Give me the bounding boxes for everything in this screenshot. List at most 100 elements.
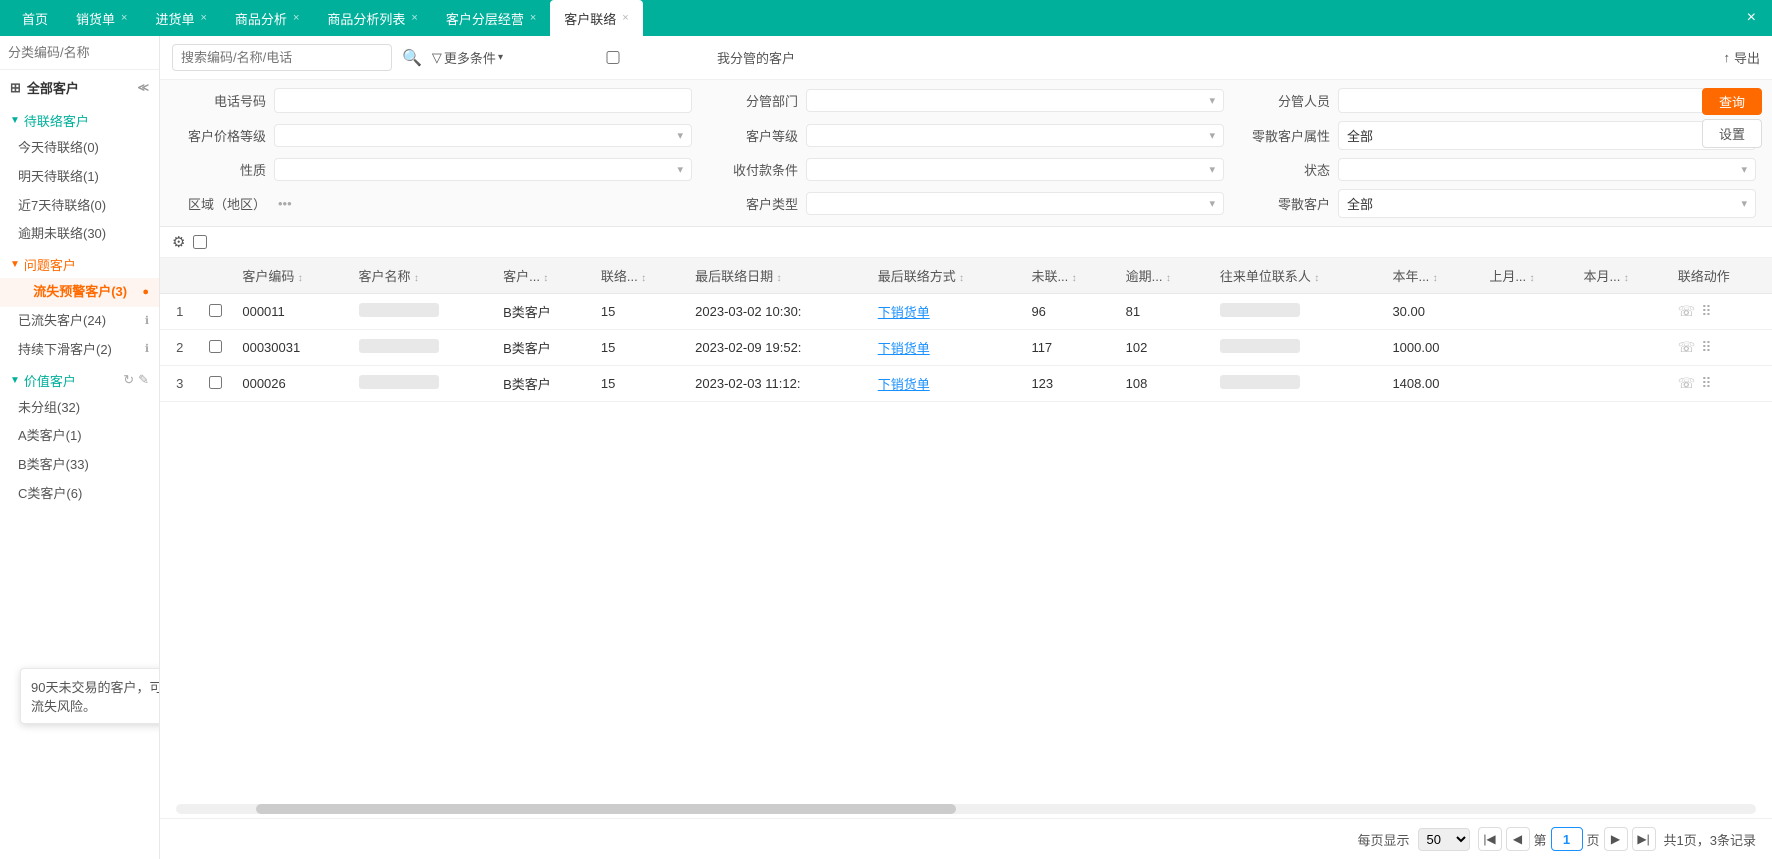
last-page-button[interactable]: ▶| [1632,827,1656,851]
payment-select[interactable]: ▾ [806,158,1224,181]
tab-purchase[interactable]: 进货单 × [141,0,220,36]
close-product-list-icon[interactable]: × [411,12,417,24]
close-customer-contact-icon[interactable]: × [622,12,628,24]
all-customers-header[interactable]: ⊞ 全部客户 ≪ [0,70,159,105]
my-customers-checkbox[interactable]: 我分管的客户 [513,48,795,67]
nature-select[interactable]: ▾ [274,158,692,181]
row2-more-icon[interactable]: ⠿ [1701,339,1711,356]
sidebar-item-declining[interactable]: 持续下滑客户(2) ℹ [0,336,159,365]
sidebar-item-today[interactable]: 今天待联络(0) [0,134,159,163]
problem-customers-group[interactable]: ▼ 问题客户 [0,249,159,278]
horizontal-scrollbar[interactable] [176,804,1756,814]
close-purchase-icon[interactable]: × [200,12,206,24]
row1-more-icon[interactable]: ⠿ [1701,303,1711,320]
col-code[interactable]: 客户编码 ↕ [232,258,348,294]
tab-home[interactable]: 首页 [8,0,62,36]
scrollbar-thumb[interactable] [256,804,956,814]
dept-select[interactable]: ▾ [806,89,1224,112]
sidebar-item-churn-warning[interactable]: 流失预警客户(3) ● [0,278,159,307]
row1-this-month [1574,294,1668,330]
refresh-icon[interactable]: ↻ [123,372,134,388]
more-conditions-button[interactable]: ▽ 更多条件 ▾ [432,48,503,67]
row2-last-method[interactable]: 下销货单 [868,330,1022,366]
row1-unit-blurred [1220,303,1300,317]
col-action-label: 联络动作 [1678,269,1730,284]
sidebar-item-unclassified[interactable]: 未分组(32) [0,394,159,423]
row2-checkbox[interactable] [199,330,232,366]
row2-index: 2 [160,330,199,366]
phone-input[interactable] [274,88,692,113]
table-settings-icon[interactable]: ⚙ [172,233,185,251]
tab-customer-contact[interactable]: 客户联络 × [550,0,642,36]
value-customers-group[interactable]: ▼ 价值客户 ↻ ✎ [0,365,159,394]
row2-method-link[interactable]: 下销货单 [878,341,930,356]
sidebar-item-tomorrow[interactable]: 明天待联络(1) [0,163,159,192]
page-number-input[interactable] [1551,827,1583,851]
prev-page-button[interactable]: ◀ [1506,827,1530,851]
row1-checkbox[interactable] [199,294,232,330]
col-name-label: 客户名称 [359,269,411,284]
sidebar-search-input[interactable] [8,45,160,60]
retail-attr-select[interactable]: 全部▾ [1338,121,1756,150]
row2-contact-icon[interactable]: ☏ [1678,339,1696,356]
cust-level-select[interactable]: ▾ [806,124,1224,147]
person-input[interactable] [1338,88,1734,113]
retail-cust-select[interactable]: 全部▾ [1338,189,1756,218]
churn-warning-label: 流失预警客户(3) [33,282,127,303]
tab-product-list[interactable]: 商品分析列表 × [313,0,431,36]
first-page-button[interactable]: |◀ [1478,827,1502,851]
col-this-year: 本年... ↕ [1382,258,1479,294]
row3-method-link[interactable]: 下销货单 [878,377,930,392]
select-all-checkbox[interactable] [193,235,207,249]
tab-sales[interactable]: 销货单 × [62,0,141,36]
tomorrow-label: 明天待联络(1) [18,169,99,184]
query-button[interactable]: 查询 [1702,88,1762,115]
cust-type-select[interactable]: ▾ [806,192,1224,215]
edit-icon[interactable]: ✎ [138,372,149,388]
search-input[interactable] [172,44,392,71]
region-dots-icon[interactable]: ••• [278,196,292,211]
col-last-month-label: 上月... [1489,269,1526,284]
row1-name [349,294,494,330]
col-name[interactable]: 客户名称 ↕ [349,258,494,294]
row1-contact-icon[interactable]: ☏ [1678,303,1696,320]
sidebar-item-7days[interactable]: 近7天待联络(0) [0,192,159,221]
tab-customer-tier[interactable]: 客户分层经营 × [432,0,550,36]
row1-this-year: 30.00 [1382,294,1479,330]
status-select[interactable]: ▾ [1338,158,1756,181]
per-page-select[interactable]: 50 100 200 [1418,828,1470,851]
filter-icon: ▽ [432,50,442,66]
tab-product-analysis[interactable]: 商品分析 × [221,0,313,36]
cust-level-label: 客户等级 [708,126,798,145]
close-customer-tier-icon[interactable]: × [530,12,536,24]
window-close-button[interactable]: × [1739,9,1764,27]
sidebar-item-class-c[interactable]: C类客户(6) [0,480,159,509]
close-product-analysis-icon[interactable]: × [293,12,299,24]
filter-search-icon[interactable]: 🔍 [402,48,422,68]
price-level-select[interactable]: ▾ [274,124,692,147]
row3-last-method[interactable]: 下销货单 [868,366,1022,402]
row1-index: 1 [160,294,199,330]
row3-action: ☏ ⠿ [1668,366,1772,402]
info-icon1: ℹ [145,313,149,331]
my-customers-check[interactable] [513,51,713,64]
sidebar-item-overdue[interactable]: 逾期未联络(30) [0,220,159,249]
row2-name [349,330,494,366]
close-sales-icon[interactable]: × [121,12,127,24]
row3-more-icon[interactable]: ⠿ [1701,375,1711,392]
tab-sales-label: 销货单 [76,9,115,28]
top-navigation: 首页 销货单 × 进货单 × 商品分析 × 商品分析列表 × 客户分层经营 × … [0,0,1772,36]
row3-contact-icon[interactable]: ☏ [1678,375,1696,392]
settings-button[interactable]: 设置 [1702,119,1762,148]
export-button[interactable]: ↑ 导出 [1723,48,1760,67]
sidebar-item-class-a[interactable]: A类客户(1) [0,422,159,451]
sidebar-item-churned[interactable]: 已流失客户(24) ℹ [0,307,159,336]
row1-last-method[interactable]: 下销货单 [868,294,1022,330]
col-contact: 联络... ↕ [591,258,685,294]
pending-contact-group[interactable]: ▼ 待联络客户 [0,105,159,134]
sidebar-item-class-b[interactable]: B类客户(33) [0,451,159,480]
row3-checkbox[interactable] [199,366,232,402]
next-page-button[interactable]: ▶ [1604,827,1628,851]
value-customers-label: 价值客户 [24,371,76,390]
row1-method-link[interactable]: 下销货单 [878,305,930,320]
